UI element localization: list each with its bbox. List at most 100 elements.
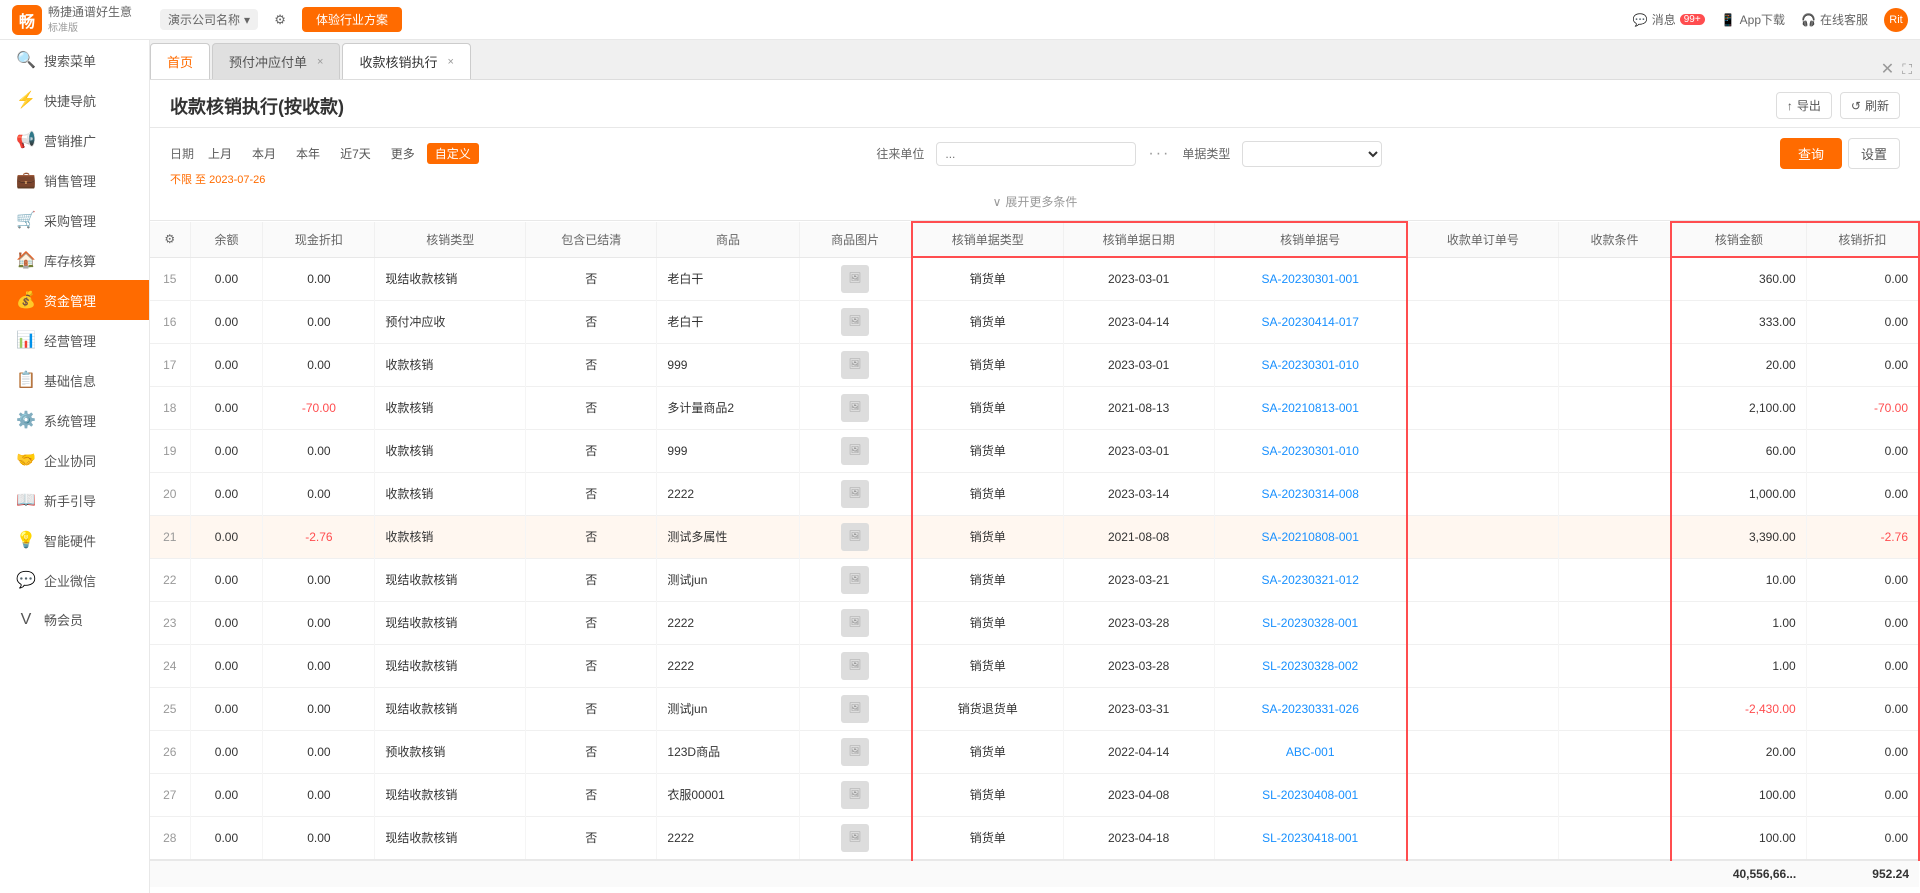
tab-prepay[interactable]: 预付冲应付单 × bbox=[212, 43, 340, 79]
td-verify-bill-no[interactable]: SL-20230328-002 bbox=[1214, 644, 1407, 687]
td-verify-discount: 0.00 bbox=[1806, 429, 1919, 472]
tab-home[interactable]: 首页 bbox=[150, 43, 210, 79]
expand-more-btn[interactable]: ∨ 展开更多条件 bbox=[993, 193, 1078, 210]
td-verify-type: 现结收款核销 bbox=[375, 773, 526, 816]
td-verify-bill-no[interactable]: ABC-001 bbox=[1214, 730, 1407, 773]
verify-bill-no-link[interactable]: SA-20230301-001 bbox=[1261, 272, 1358, 286]
tab-prepay-close[interactable]: × bbox=[317, 56, 323, 68]
tab-verify[interactable]: 收款核销执行 × bbox=[342, 43, 470, 79]
td-goods-img: 🖼 bbox=[799, 343, 912, 386]
td-verify-bill-no[interactable]: SA-20210813-001 bbox=[1214, 386, 1407, 429]
sidebar-item-label: 畅会员 bbox=[44, 610, 83, 629]
td-verify-bill-no[interactable]: SA-20230331-026 bbox=[1214, 687, 1407, 730]
sidebar-item-inventory[interactable]: 🏠 库存核算 bbox=[0, 240, 149, 280]
table-settings-button[interactable]: 设置 bbox=[1848, 138, 1900, 169]
td-goods-img: 🖼 bbox=[799, 558, 912, 601]
sidebar-item-search[interactable]: 🔍 搜索菜单 bbox=[0, 40, 149, 80]
verify-bill-no-link[interactable]: SA-20230331-026 bbox=[1261, 702, 1358, 716]
td-verify-bill-no[interactable]: SA-20230414-017 bbox=[1214, 300, 1407, 343]
td-verify-bill-type: 销货单 bbox=[912, 257, 1064, 300]
td-row-id: 27 bbox=[150, 773, 190, 816]
tab-verify-close[interactable]: × bbox=[447, 56, 453, 68]
td-row-id: 23 bbox=[150, 601, 190, 644]
verify-bill-no-link[interactable]: SA-20230301-010 bbox=[1261, 444, 1358, 458]
bill-type-select[interactable] bbox=[1242, 141, 1382, 167]
sidebar-item-marketing[interactable]: 📢 营销推广 bbox=[0, 120, 149, 160]
verify-bill-no-link[interactable]: SA-20230414-017 bbox=[1261, 315, 1358, 329]
source-unit-input[interactable] bbox=[936, 142, 1136, 166]
td-row-id: 19 bbox=[150, 429, 190, 472]
td-verify-bill-no[interactable]: SL-20230328-001 bbox=[1214, 601, 1407, 644]
book-icon: 📖 bbox=[16, 490, 36, 510]
sidebar-item-hardware[interactable]: 💡 智能硬件 bbox=[0, 520, 149, 560]
td-row-id: 28 bbox=[150, 816, 190, 860]
td-verify-bill-no[interactable]: SA-20230301-010 bbox=[1214, 429, 1407, 472]
td-verify-bill-no[interactable]: SL-20230418-001 bbox=[1214, 816, 1407, 860]
sidebar-item-quicknav[interactable]: ⚡ 快捷导航 bbox=[0, 80, 149, 120]
td-balance: 0.00 bbox=[190, 644, 263, 687]
avatar[interactable]: Rit bbox=[1884, 8, 1908, 32]
td-cash-discount: 0.00 bbox=[263, 687, 375, 730]
sidebar-item-purchase[interactable]: 🛒 采购管理 bbox=[0, 200, 149, 240]
td-receipt-condition bbox=[1558, 300, 1671, 343]
verify-bill-no-link[interactable]: SA-20230314-008 bbox=[1261, 487, 1358, 501]
date-opt-7days[interactable]: 近7天 bbox=[332, 143, 379, 164]
message-badge[interactable]: 💬 消息 99+ bbox=[1633, 11, 1705, 28]
verify-bill-no-link[interactable]: SA-20210808-001 bbox=[1261, 530, 1358, 544]
sidebar-item-sales[interactable]: 💼 销售管理 bbox=[0, 160, 149, 200]
td-verify-bill-no[interactable]: SL-20230408-001 bbox=[1214, 773, 1407, 816]
td-include-settled: 否 bbox=[526, 601, 657, 644]
td-balance: 0.00 bbox=[190, 472, 263, 515]
window-maximize-icon[interactable]: ⛶ bbox=[1902, 61, 1912, 78]
window-close-icon[interactable]: ✕ bbox=[1881, 59, 1894, 79]
date-opt-more[interactable]: 更多 bbox=[383, 143, 423, 164]
sidebar-item-finance[interactable]: 💰 资金管理 bbox=[0, 280, 149, 320]
export-icon: ↑ bbox=[1787, 99, 1793, 113]
td-verify-bill-no[interactable]: SA-20210808-001 bbox=[1214, 515, 1407, 558]
sidebar-item-guide[interactable]: 📖 新手引导 bbox=[0, 480, 149, 520]
company-selector[interactable]: 演示公司名称 ▾ bbox=[160, 9, 258, 30]
verify-bill-no-link[interactable]: SL-20230408-001 bbox=[1262, 788, 1358, 802]
td-verify-bill-no[interactable]: SA-20230301-001 bbox=[1214, 257, 1407, 300]
table-row: 27 0.00 0.00 现结收款核销 否 衣服00001 🖼 销货单 2023… bbox=[150, 773, 1919, 816]
td-cash-discount: 0.00 bbox=[263, 558, 375, 601]
td-verify-amount: 3,390.00 bbox=[1671, 515, 1806, 558]
sidebar-item-wechat[interactable]: 💬 企业微信 bbox=[0, 560, 149, 600]
td-verify-bill-date: 2023-04-18 bbox=[1063, 816, 1214, 860]
verify-bill-no-link[interactable]: SL-20230328-001 bbox=[1262, 616, 1358, 630]
settings-icon[interactable]: ⚙ bbox=[266, 6, 294, 34]
td-goods-img: 🖼 bbox=[799, 257, 912, 300]
verify-bill-no-link[interactable]: SL-20230328-002 bbox=[1262, 659, 1358, 673]
sidebar-item-base[interactable]: 📋 基础信息 bbox=[0, 360, 149, 400]
date-opt-lastmonth[interactable]: 上月 bbox=[200, 143, 240, 164]
th-verify-bill-type: 核销单据类型 bbox=[912, 222, 1064, 257]
sidebar-item-system[interactable]: ⚙️ 系统管理 bbox=[0, 400, 149, 440]
td-verify-bill-no[interactable]: SA-20230314-008 bbox=[1214, 472, 1407, 515]
online-service[interactable]: 🎧 在线客服 bbox=[1801, 11, 1868, 28]
td-verify-bill-no[interactable]: SA-20230321-012 bbox=[1214, 558, 1407, 601]
td-verify-bill-type: 销货单 bbox=[912, 472, 1064, 515]
verify-bill-no-link[interactable]: SL-20230418-001 bbox=[1262, 831, 1358, 845]
sidebar-item-operations[interactable]: 📊 经营管理 bbox=[0, 320, 149, 360]
date-custom-btn[interactable]: 自定义 bbox=[427, 143, 479, 164]
sidebar-item-enterprise[interactable]: 🤝 企业协同 bbox=[0, 440, 149, 480]
dots-separator: ··· bbox=[1148, 145, 1170, 163]
column-settings-icon[interactable]: ⚙ bbox=[164, 232, 175, 246]
sidebar-item-member[interactable]: V 畅会员 bbox=[0, 600, 149, 639]
date-opt-thisyear[interactable]: 本年 bbox=[288, 143, 328, 164]
verify-bill-no-link[interactable]: SA-20210813-001 bbox=[1261, 401, 1358, 415]
verify-bill-no-link[interactable]: ABC-001 bbox=[1286, 745, 1335, 759]
verify-bill-no-link[interactable]: SA-20230301-010 bbox=[1261, 358, 1358, 372]
app-download[interactable]: 📱 App下载 bbox=[1721, 11, 1785, 28]
export-button[interactable]: ↑ 导出 bbox=[1776, 92, 1832, 119]
refresh-button[interactable]: ↺ 刷新 bbox=[1840, 92, 1900, 119]
td-row-id: 17 bbox=[150, 343, 190, 386]
solution-button[interactable]: 体验行业方案 bbox=[302, 7, 402, 32]
table-row: 21 0.00 -2.76 收款核销 否 测试多属性 🖼 销货单 2021-08… bbox=[150, 515, 1919, 558]
table-row: 18 0.00 -70.00 收款核销 否 多计量商品2 🖼 销货单 2021-… bbox=[150, 386, 1919, 429]
date-opt-thismonth[interactable]: 本月 bbox=[244, 143, 284, 164]
td-balance: 0.00 bbox=[190, 257, 263, 300]
query-button[interactable]: 查询 bbox=[1780, 138, 1842, 169]
td-verify-bill-no[interactable]: SA-20230301-010 bbox=[1214, 343, 1407, 386]
verify-bill-no-link[interactable]: SA-20230321-012 bbox=[1261, 573, 1358, 587]
